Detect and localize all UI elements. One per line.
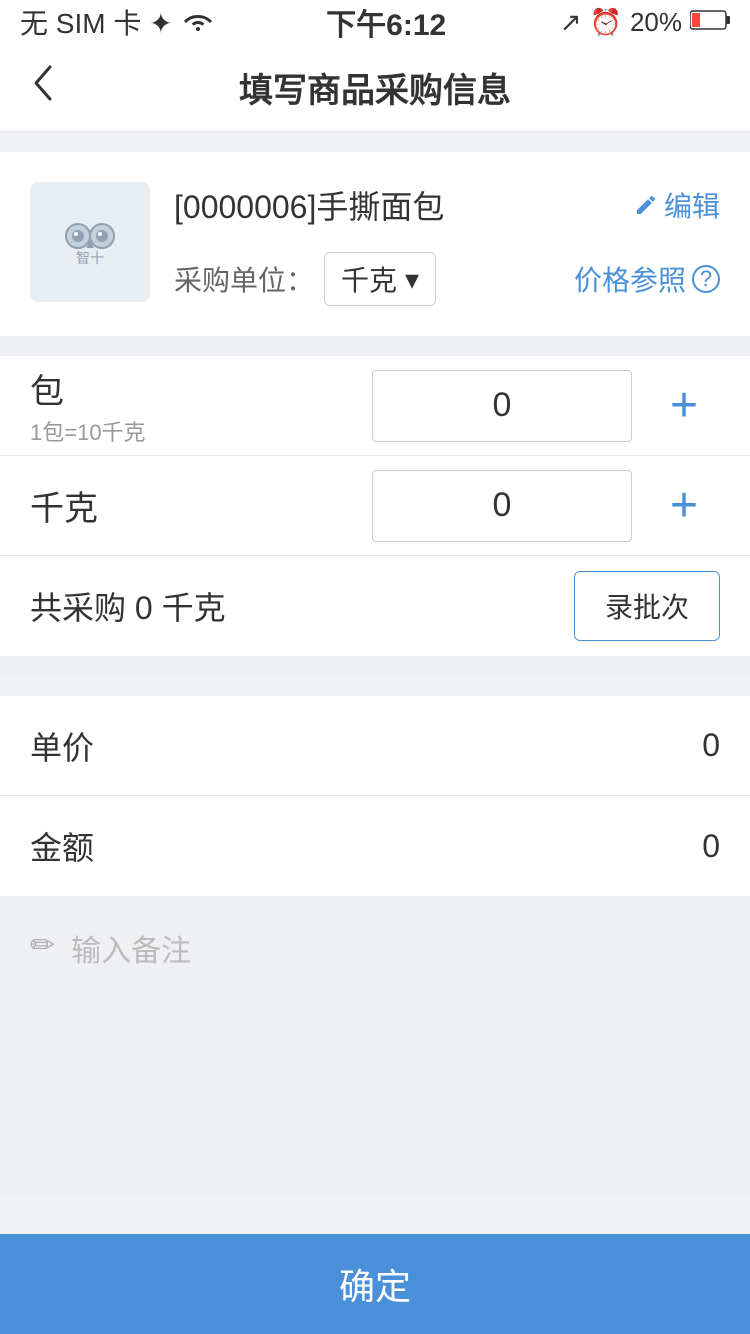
batch-button[interactable]: 录批次 — [574, 571, 720, 641]
product-image: 智十 — [30, 182, 150, 302]
amount-value: 0 — [702, 828, 720, 865]
bag-input-right: 0 + — [150, 370, 720, 442]
notes-section[interactable]: ✏ 输入备注 — [0, 896, 750, 1196]
battery-percentage: 20% — [630, 7, 682, 38]
wifi-icon — [183, 6, 213, 38]
kg-input-row: 千克 0 + — [0, 456, 750, 556]
section-divider-1 — [0, 336, 750, 356]
price-section: 单价 0 金额 0 — [0, 696, 750, 896]
input-section: 包 1包=10千克 0 + 千克 0 + 共采购 0 千克 录批次 — [0, 356, 750, 656]
status-right: ↗ ⏰ 20% — [560, 7, 730, 38]
battery-icon — [690, 7, 730, 38]
bag-input-row: 包 1包=10千克 0 + — [0, 356, 750, 456]
product-header: [0000006]手撕面包 编辑 — [174, 182, 720, 228]
summary-row: 共采购 0 千克 录批次 — [0, 556, 750, 656]
question-icon: ? — [692, 265, 720, 293]
product-card: 智十 [0000006]手撕面包 编辑 采购单位： 千克 ▾ 价格参照 ? — [0, 152, 750, 336]
confirm-button[interactable]: 确定 — [0, 1234, 750, 1334]
nav-bar: 填写商品采购信息 — [0, 44, 750, 132]
price-ref-button[interactable]: 价格参照 ? — [574, 259, 720, 299]
status-left: 无 SIM 卡 ✦ — [20, 2, 213, 42]
kg-quantity-input[interactable]: 0 — [372, 470, 632, 542]
unit-label: 采购单位： — [174, 259, 314, 299]
bag-plus-button[interactable]: + — [648, 370, 720, 442]
unit-price-label: 单价 — [30, 723, 94, 769]
amount-row: 金额 0 — [0, 796, 750, 896]
unit-price-value: 0 — [702, 727, 720, 764]
product-details: [0000006]手撕面包 编辑 采购单位： 千克 ▾ 价格参照 ? — [174, 182, 720, 306]
confirm-label: 确定 — [339, 1258, 411, 1310]
back-button[interactable] — [30, 63, 54, 112]
product-unit-row: 采购单位： 千克 ▾ 价格参照 ? — [174, 252, 720, 306]
alarm-icon: ⏰ — [590, 7, 622, 38]
pencil-icon: ✏ — [30, 928, 55, 963]
dropdown-icon: ▾ — [405, 263, 419, 296]
kg-plus-button[interactable]: + — [648, 470, 720, 542]
signal-text: 无 SIM 卡 ✦ — [20, 2, 173, 42]
status-bar: 无 SIM 卡 ✦ 下午6:12 ↗ ⏰ 20% — [0, 0, 750, 44]
edit-button[interactable]: 编辑 — [634, 185, 720, 225]
svg-text:智十: 智十 — [76, 250, 104, 266]
notes-placeholder: 输入备注 — [71, 926, 191, 970]
product-name: [0000006]手撕面包 — [174, 182, 444, 228]
amount-label: 金额 — [30, 823, 94, 869]
bag-quantity-input[interactable]: 0 — [372, 370, 632, 442]
kg-label: 千克 — [30, 481, 150, 530]
unit-select[interactable]: 千克 ▾ — [324, 252, 436, 306]
bag-label: 包 1包=10千克 — [30, 364, 150, 447]
section-divider-2 — [0, 656, 750, 676]
status-time: 下午6:12 — [326, 0, 446, 44]
page-title: 填写商品采购信息 — [239, 63, 511, 112]
kg-input-right: 0 + — [150, 470, 720, 542]
unit-price-row: 单价 0 — [0, 696, 750, 796]
summary-text: 共采购 0 千克 — [30, 583, 226, 629]
location-icon: ↗ — [560, 7, 582, 38]
